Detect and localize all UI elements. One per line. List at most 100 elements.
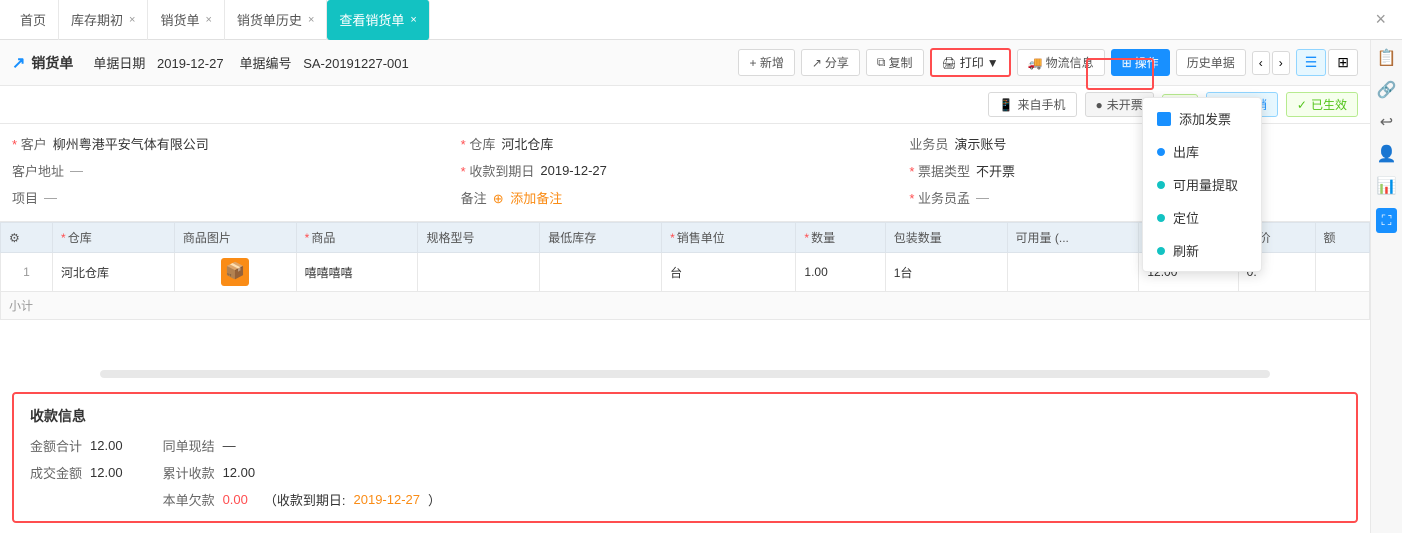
tab-sales-history[interactable]: 销货单历史 × xyxy=(225,0,327,40)
share-button[interactable]: ↗ 分享 xyxy=(801,49,860,76)
warehouse-field: * 仓库 河北仓库 xyxy=(461,134,910,153)
add-invoice-icon xyxy=(1157,112,1171,126)
print-button[interactable]: 🖨 打印 ▼ xyxy=(930,48,1011,77)
row-pack-qty: 1台 xyxy=(885,253,1007,292)
tab-sales-order[interactable]: 销货单 × xyxy=(148,0,224,40)
available-icon xyxy=(1157,181,1165,189)
col-sales-unit: *销售单位 xyxy=(662,223,796,253)
col-available: 可用量 (... xyxy=(1007,223,1139,253)
col-quantity: *数量 xyxy=(796,223,885,253)
sidebar-return-icon[interactable]: ↩ xyxy=(1380,112,1393,132)
col-product: *商品 xyxy=(296,223,418,253)
tab-bar: 首页 库存期初 × 销货单 × 销货单历史 × 查看销货单 × × xyxy=(0,0,1402,40)
payment-col-right: 同单现结 — 累计收款 12.00 本单欠款 0.00 （收款到期日: 2019… xyxy=(163,436,441,509)
window-close-button[interactable]: × xyxy=(1367,9,1394,30)
next-arrow[interactable]: › xyxy=(1272,51,1290,75)
document-title: ↗ 销货单 xyxy=(12,53,73,73)
right-sidebar: 📋 🔗 ↩ 👤 📊 ⛶ xyxy=(1370,40,1402,533)
address-field: 客户地址 — xyxy=(12,161,461,180)
grid-view-button[interactable]: ⊞ xyxy=(1328,49,1358,76)
payment-rows: 金额合计 12.00 成交金额 12.00 同单现结 — 累计收款 xyxy=(30,436,1340,509)
horizontal-scrollbar[interactable] xyxy=(0,366,1370,382)
sidebar-doc-icon[interactable]: 📋 xyxy=(1377,48,1397,68)
history-button[interactable]: 历史单据 xyxy=(1176,49,1246,76)
payment-date-field: * 收款到期日 2019-12-27 xyxy=(461,161,910,180)
row-product-image: 📦 xyxy=(174,253,296,292)
doc-date-field: 单据日期 2019-12-27 xyxy=(93,53,223,72)
refresh-icon xyxy=(1157,247,1165,255)
col-min-stock: 最低库存 xyxy=(540,223,662,253)
operations-icon: ⊞ xyxy=(1122,56,1132,70)
dropdown-outbound[interactable]: 出库 xyxy=(1143,135,1261,168)
row-index: 1 xyxy=(1,253,53,292)
row-available xyxy=(1007,253,1139,292)
document-meta: 单据日期 2019-12-27 单据编号 SA-20191227-001 xyxy=(93,53,738,72)
remark-field: 备注 ⊕ 添加备注 xyxy=(461,188,910,207)
col-amount: 额 xyxy=(1315,223,1369,253)
copy-button[interactable]: ⧉ 复制 xyxy=(866,49,924,76)
tab-inventory-init[interactable]: 库存期初 × xyxy=(59,0,148,40)
total-amount-item: 金额合计 12.00 xyxy=(30,436,123,455)
add-remark-icon: ⊕ xyxy=(493,191,504,206)
logistics-icon: 🚚 xyxy=(1028,56,1043,70)
tab-home[interactable]: 首页 xyxy=(8,0,59,40)
phone-icon: 📱 xyxy=(999,98,1014,112)
sidebar-link-icon[interactable]: 🔗 xyxy=(1377,80,1397,100)
logistics-button[interactable]: 🚚 物流信息 xyxy=(1017,49,1105,76)
doc-number-field: 单据编号 SA-20191227-001 xyxy=(240,53,409,72)
employee-field: 业务员 演示账号 xyxy=(909,134,1358,153)
sales-emp-field: * 业务员孟 — xyxy=(909,188,1358,207)
payment-col-left: 金额合计 12.00 成交金额 12.00 xyxy=(30,436,123,509)
gear-icon[interactable]: ⚙ xyxy=(9,231,20,245)
due-item: 本单欠款 0.00 （收款到期日: 2019-12-27 ） xyxy=(163,490,441,509)
row-warehouse: 河北仓库 xyxy=(53,253,175,292)
list-view-button[interactable]: ☰ xyxy=(1296,49,1327,76)
copy-icon: ⧉ xyxy=(877,55,886,70)
prev-arrow[interactable]: ‹ xyxy=(1252,51,1270,75)
col-model: 规格型号 xyxy=(418,223,540,253)
col-product-image: 商品图片 xyxy=(174,223,296,253)
share-icon: ↗ xyxy=(812,56,822,70)
row-product: 嘻嘻嘻嘻 xyxy=(296,253,418,292)
new-button[interactable]: + 新增 xyxy=(738,49,794,76)
document-actions: + 新增 ↗ 分享 ⧉ 复制 🖨 打印 ▼ 🚚 物流信息 xyxy=(738,48,1358,77)
payment-info-box: 收款信息 金额合计 12.00 成交金额 12.00 同单现结 — xyxy=(12,392,1358,523)
from-phone-button[interactable]: 📱 来自手机 xyxy=(988,92,1077,117)
subtotal-row: 小计 xyxy=(1,292,1370,320)
row-model xyxy=(418,253,540,292)
row-min-stock xyxy=(540,253,662,292)
circle-icon: ● xyxy=(1096,98,1103,112)
sidebar-expand-icon[interactable]: ⛶ xyxy=(1376,208,1398,233)
subtotal-label: 小计 xyxy=(1,292,1370,320)
tab-close-view[interactable]: × xyxy=(410,14,416,26)
project-field: 项目 — xyxy=(12,188,461,207)
col-settings[interactable]: ⚙ xyxy=(1,223,53,253)
dropdown-add-invoice[interactable]: 添加发票 xyxy=(1143,102,1261,135)
dropdown-refresh[interactable]: 刷新 xyxy=(1143,234,1261,267)
operations-button[interactable]: ⊞ 操作 xyxy=(1111,49,1170,76)
dropdown-available-extract[interactable]: 可用量提取 xyxy=(1143,168,1261,201)
nav-arrows: ‹ › xyxy=(1252,51,1290,75)
view-toggle: ☰ ⊞ xyxy=(1296,49,1358,76)
effective-icon: ✓ xyxy=(1297,98,1307,112)
same-order-item: 同单现结 — xyxy=(163,436,441,455)
sidebar-user-icon[interactable]: 👤 xyxy=(1377,144,1397,164)
operations-dropdown: 添加发票 出库 可用量提取 定位 刷新 xyxy=(1142,97,1262,272)
row-sales-unit: 台 xyxy=(662,253,796,292)
sidebar-chart-icon[interactable]: 📊 xyxy=(1377,176,1397,196)
payment-info-title: 收款信息 xyxy=(30,406,1340,426)
row-quantity: 1.00 xyxy=(796,253,885,292)
tab-view-sales[interactable]: 查看销货单 × xyxy=(327,0,429,40)
effective-badge[interactable]: ✓ 已生效 xyxy=(1286,92,1358,117)
add-remark-button[interactable]: ⊕ 添加备注 xyxy=(493,188,563,207)
tab-close-inventory[interactable]: × xyxy=(129,14,135,26)
tab-close-sales[interactable]: × xyxy=(205,14,211,26)
cumulative-item: 累计收款 12.00 xyxy=(163,463,441,482)
outbound-icon xyxy=(1157,148,1165,156)
tab-close-history[interactable]: × xyxy=(308,14,314,26)
dropdown-locate[interactable]: 定位 xyxy=(1143,201,1261,234)
row-amount xyxy=(1315,253,1369,292)
col-warehouse: *仓库 xyxy=(53,223,175,253)
locate-icon xyxy=(1157,214,1165,222)
print-icon: 🖨 xyxy=(942,56,957,70)
